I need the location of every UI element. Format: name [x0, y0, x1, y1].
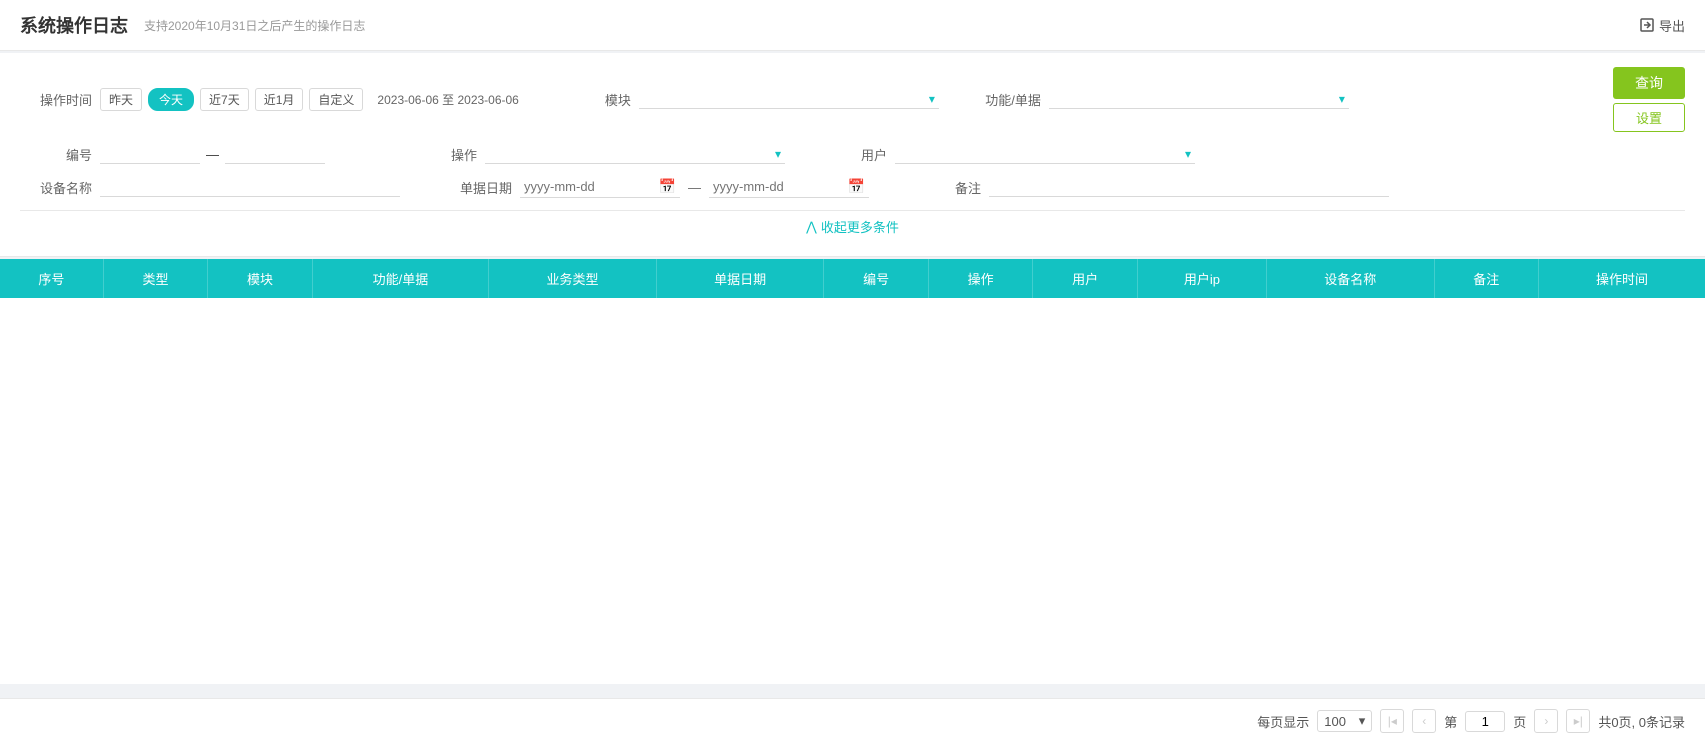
page-label: 第 — [1444, 712, 1457, 731]
operation-select[interactable]: ▾ — [485, 145, 785, 164]
prev-page-button[interactable]: ‹ — [1412, 709, 1436, 733]
user-dropdown-icon: ▾ — [1185, 147, 1191, 161]
collapse-button[interactable]: ⋀ 收起更多条件 — [806, 217, 899, 236]
per-page-label: 每页显示 — [1257, 712, 1309, 731]
col-func: 功能/单据 — [312, 259, 488, 298]
col-user-ip: 用户ip — [1137, 259, 1266, 298]
col-number: 编号 — [824, 259, 928, 298]
total-info: 共0页, 0条记录 — [1598, 712, 1685, 731]
btn-today[interactable]: 今天 — [148, 88, 194, 111]
doc-date-to-input[interactable] — [713, 179, 848, 194]
export-button[interactable]: 导出 — [1639, 16, 1685, 35]
operation-label: 操作 — [405, 145, 485, 164]
time-label: 操作时间 — [20, 90, 100, 109]
user-select[interactable]: ▾ — [895, 145, 1195, 164]
col-type: 类型 — [103, 259, 207, 298]
col-biz-type: 业务类型 — [489, 259, 657, 298]
table-header: 序号 类型 模块 功能/单据 业务类型 单据日期 编号 操作 用户 用户ip 设… — [0, 259, 1705, 298]
next-page-button[interactable]: › — [1534, 709, 1558, 733]
col-note: 备注 — [1434, 259, 1538, 298]
doc-date-label: 单据日期 — [440, 178, 520, 197]
col-module: 模块 — [208, 259, 312, 298]
filter-row-3: 设备名称 单据日期 📅 — 📅 备注 — [20, 176, 1685, 198]
data-table: 序号 类型 模块 功能/单据 业务类型 单据日期 编号 操作 用户 用户ip 设… — [0, 259, 1705, 298]
doc-date-from-input[interactable] — [524, 179, 659, 194]
col-operation: 操作 — [928, 259, 1032, 298]
doc-date-to-group: 📅 — [709, 176, 869, 198]
collapse-label: 收起更多条件 — [821, 217, 899, 236]
device-input[interactable] — [100, 177, 400, 197]
user-label: 用户 — [815, 145, 895, 164]
scrollbar-area[interactable] — [0, 684, 1705, 698]
number-to-input[interactable] — [225, 144, 325, 164]
page-header: 系统操作日志 支持2020年10月31日之后产生的操作日志 导出 — [0, 0, 1705, 51]
page-title: 系统操作日志 — [20, 12, 128, 38]
per-page-value: 100 — [1324, 714, 1346, 729]
number-from-input[interactable] — [100, 144, 200, 164]
doc-date-from-group: 📅 — [520, 176, 680, 198]
time-filter-group: 昨天 今天 近7天 近1月 自定义 2023-06-06 至 2023-06-0… — [100, 88, 519, 111]
page-number-input[interactable] — [1465, 711, 1505, 732]
filter-row-2: 编号 — 操作 ▾ 用户 ▾ — [20, 144, 1685, 164]
collapse-row: ⋀ 收起更多条件 — [20, 210, 1685, 242]
col-user: 用户 — [1033, 259, 1137, 298]
module-dropdown-icon: ▾ — [929, 92, 935, 106]
last-page-button[interactable]: ▸| — [1566, 709, 1590, 733]
btn-custom[interactable]: 自定义 — [309, 88, 363, 111]
func-label: 功能/单据 — [969, 90, 1049, 109]
calendar-to-icon[interactable]: 📅 — [848, 178, 865, 195]
col-doc-date: 单据日期 — [656, 259, 824, 298]
col-op-time: 操作时间 — [1539, 259, 1705, 298]
query-button[interactable]: 查询 — [1613, 67, 1685, 99]
page-subtitle: 支持2020年10月31日之后产生的操作日志 — [144, 17, 365, 34]
table-header-row: 序号 类型 模块 功能/单据 业务类型 单据日期 编号 操作 用户 用户ip 设… — [0, 259, 1705, 298]
per-page-arrow: ▾ — [1359, 713, 1366, 729]
note-input[interactable] — [989, 177, 1389, 197]
number-range: — — [100, 144, 325, 164]
btn-7days[interactable]: 近7天 — [200, 88, 249, 111]
col-seq: 序号 — [0, 259, 103, 298]
module-select[interactable]: ▾ — [639, 90, 939, 109]
number-dash: — — [206, 147, 219, 162]
pagination-bar: 每页显示 100 ▾ |◂ ‹ 第 页 › ▸| 共0页, 0条记录 — [0, 698, 1705, 743]
export-label: 导出 — [1659, 16, 1685, 35]
note-label: 备注 — [909, 178, 989, 197]
operation-dropdown-icon: ▾ — [775, 147, 781, 161]
filter-row-1: 操作时间 昨天 今天 近7天 近1月 自定义 2023-06-06 至 2023… — [20, 67, 1685, 132]
page-suffix: 页 — [1513, 712, 1526, 731]
per-page-select[interactable]: 100 ▾ — [1317, 710, 1372, 732]
device-label: 设备名称 — [20, 178, 100, 197]
number-label: 编号 — [20, 145, 100, 164]
calendar-from-icon[interactable]: 📅 — [659, 178, 676, 195]
action-btns: 查询 设置 — [1613, 67, 1685, 132]
setting-button[interactable]: 设置 — [1613, 103, 1685, 132]
export-icon — [1639, 17, 1655, 33]
date-range-display: 2023-06-06 至 2023-06-06 — [377, 91, 518, 108]
table-wrapper: 序号 类型 模块 功能/单据 业务类型 单据日期 编号 操作 用户 用户ip 设… — [0, 259, 1705, 684]
filter-area: 操作时间 昨天 今天 近7天 近1月 自定义 2023-06-06 至 2023… — [0, 53, 1705, 257]
btn-yesterday[interactable]: 昨天 — [100, 88, 142, 111]
module-label: 模块 — [559, 90, 639, 109]
doc-date-dash: — — [688, 180, 701, 195]
collapse-up-icon: ⋀ — [806, 219, 817, 235]
btn-1month[interactable]: 近1月 — [255, 88, 304, 111]
func-select[interactable]: ▾ — [1049, 90, 1349, 109]
col-device: 设备名称 — [1266, 259, 1434, 298]
first-page-button[interactable]: |◂ — [1380, 709, 1404, 733]
func-dropdown-icon: ▾ — [1339, 92, 1345, 106]
